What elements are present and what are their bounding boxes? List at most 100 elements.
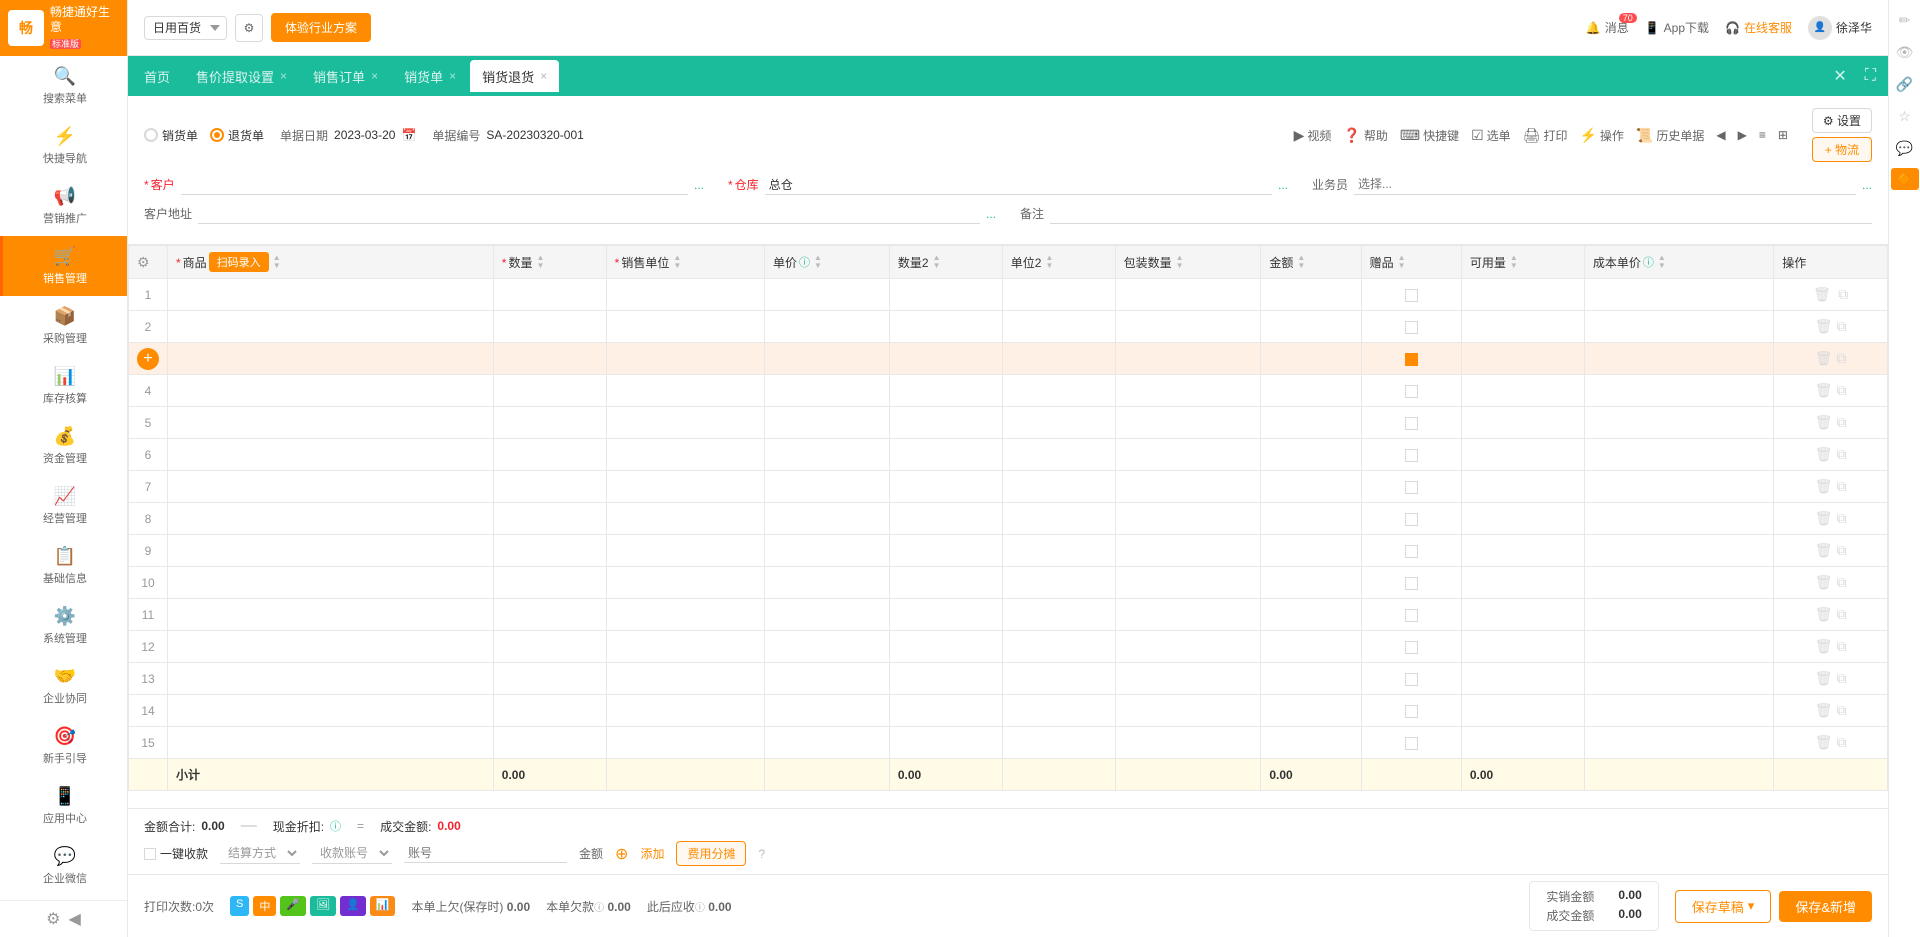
account-no-input[interactable] <box>404 844 567 863</box>
tab-sales-return[interactable]: 销货退货 × <box>470 60 559 92</box>
next-btn[interactable]: ▶ <box>1738 128 1747 142</box>
print-btn[interactable]: 🖨 打印 <box>1523 127 1568 144</box>
sidebar-item-inventory[interactable]: 📊 库存核算 <box>0 356 127 416</box>
delete-icon[interactable]: 🗑 <box>1815 734 1833 750</box>
delete-icon[interactable]: 🗑 <box>1815 318 1833 334</box>
icon-chart[interactable]: 📊 <box>370 896 396 916</box>
copy-icon[interactable]: ⧉ <box>1837 542 1847 558</box>
tab-close-sales-return[interactable]: × <box>540 69 547 83</box>
sidebar-item-sales[interactable]: 🛒 销售管理 <box>0 236 127 296</box>
icon-mic[interactable]: 🎤 <box>280 896 306 916</box>
user-menu-btn[interactable]: 👤 徐泽华 <box>1808 16 1872 40</box>
tab-close-sales-delivery[interactable]: × <box>449 69 456 83</box>
sidebar-item-newguide[interactable]: 🎯 新手引导 <box>0 716 127 776</box>
add-fee-row-label[interactable]: 添加 <box>640 845 664 862</box>
topbar-settings-btn[interactable]: ⚙ <box>235 14 263 42</box>
account-select[interactable]: 收款账号 <box>312 843 392 864</box>
copy-icon[interactable]: ⧉ <box>1837 510 1847 526</box>
select-btn[interactable]: ☑ 选单 <box>1471 127 1511 144</box>
message-btn[interactable]: 🔔 消息 70 <box>1586 19 1629 36</box>
save-new-btn[interactable]: 保存&新增 <box>1779 891 1872 922</box>
fee-add-btn[interactable]: ⊕ <box>615 844 628 864</box>
remark-input[interactable] <box>1050 203 1872 224</box>
delete-icon[interactable]: 🗑 <box>1813 286 1831 302</box>
radio-sale[interactable]: 销货单 <box>144 127 198 144</box>
tab-close-sales-order[interactable]: × <box>371 69 378 83</box>
sidebar-item-finance[interactable]: 💰 资金管理 <box>0 416 127 476</box>
sidebar-item-search[interactable]: 🔍 搜索菜单 <box>0 56 127 116</box>
right-panel-chat-btn[interactable]: 💬 <box>1893 136 1917 160</box>
delete-icon[interactable]: 🗑 <box>1815 606 1833 622</box>
icon-zh[interactable]: 中 <box>253 896 276 916</box>
warehouse-input[interactable] <box>765 174 1272 195</box>
price-cell[interactable] <box>765 279 890 311</box>
sidebar-item-basic[interactable]: 📋 基础信息 <box>0 536 127 596</box>
copy-icon[interactable]: ⧉ <box>1837 606 1847 622</box>
tab-home[interactable]: 首页 <box>132 60 182 92</box>
sidebar-item-business[interactable]: 📈 经营管理 <box>0 476 127 536</box>
copy-icon[interactable]: ⧉ <box>1837 574 1847 590</box>
copy-icon[interactable]: ⧉ <box>1837 702 1847 718</box>
form-settings-btn[interactable]: ⚙ 设置 <box>1812 108 1872 133</box>
copy-icon[interactable]: ⧉ <box>1837 734 1847 750</box>
prev-btn[interactable]: ◀ <box>1716 128 1725 142</box>
operation-btn[interactable]: ⚡ 操作 <box>1579 127 1623 144</box>
copy-icon[interactable]: ⧉ <box>1837 350 1847 366</box>
one-click-pay-checkbox[interactable] <box>144 848 156 860</box>
list-view-btn[interactable]: ≡ <box>1759 128 1766 142</box>
delete-icon[interactable]: 🗑 <box>1815 702 1833 718</box>
sidebar-item-marketing[interactable]: 📢 营销推广 <box>0 176 127 236</box>
delete-icon[interactable]: 🗑 <box>1815 478 1833 494</box>
history-btn[interactable]: 📜 历史单据 <box>1636 127 1704 144</box>
delete-icon[interactable]: 🗑 <box>1815 638 1833 654</box>
delete-icon[interactable]: 🗑 <box>1815 350 1833 366</box>
gift-cell[interactable] <box>1361 279 1461 311</box>
sidebar-settings-btn[interactable]: ⚙ <box>46 909 60 929</box>
add-row-btn[interactable]: + <box>137 348 159 370</box>
delete-icon[interactable]: 🗑 <box>1815 446 1833 462</box>
right-panel-preview-btn[interactable]: 👁 <box>1893 40 1917 64</box>
salesperson-input[interactable] <box>1354 174 1856 195</box>
icon-person[interactable]: 👤 <box>340 896 366 916</box>
customer-input[interactable] <box>181 174 688 195</box>
copy-icon[interactable]: ⧉ <box>1837 670 1847 686</box>
app-download-btn[interactable]: 📱 App下载 <box>1645 19 1709 36</box>
delete-icon[interactable]: 🗑 <box>1815 542 1833 558</box>
delete-icon[interactable]: 🗑 <box>1815 510 1833 526</box>
sidebar-collapse-btn[interactable]: ◀ <box>69 909 81 929</box>
help-btn[interactable]: ❓ 帮助 <box>1343 127 1387 144</box>
salesperson-select-btn[interactable]: ... <box>1862 178 1872 192</box>
video-btn[interactable]: ▶ 视频 <box>1294 127 1332 144</box>
radio-return[interactable]: 退货单 <box>210 127 264 144</box>
tab-sales-delivery[interactable]: 销货单 × <box>392 60 468 92</box>
copy-icon[interactable]: ⧉ <box>1837 638 1847 654</box>
sidebar-item-enterprise[interactable]: 🤝 企业协同 <box>0 656 127 716</box>
add-logistics-btn[interactable]: + 物流 <box>1812 137 1872 162</box>
save-draft-btn[interactable]: 保存草稿 ▾ <box>1675 890 1772 923</box>
sidebar-item-shortcut[interactable]: ⚡ 快捷导航 <box>0 116 127 176</box>
delete-icon[interactable]: 🗑 <box>1815 382 1833 398</box>
fee-split-btn[interactable]: 费用分摊 <box>676 841 746 866</box>
tab-close-price-setting[interactable]: × <box>280 69 287 83</box>
sidebar-item-wechat[interactable]: 💬 企业微信 <box>0 836 127 896</box>
delete-icon[interactable]: 🗑 <box>1815 414 1833 430</box>
cash-discount-info-icon[interactable]: ⓘ <box>330 818 341 834</box>
cost-price-info-icon[interactable]: ⓘ <box>1643 254 1654 270</box>
pkgqty-cell[interactable] <box>1115 279 1261 311</box>
address-input[interactable] <box>198 203 980 224</box>
shortcut-btn[interactable]: ⌨ 快捷键 <box>1400 127 1459 144</box>
copy-icon[interactable]: ⧉ <box>1837 478 1847 494</box>
scan-input-btn[interactable]: 扫码录入 <box>209 252 269 272</box>
tab-sales-order[interactable]: 销售订单 × <box>301 60 390 92</box>
icon-s[interactable]: S <box>230 896 249 916</box>
equals-btn[interactable]: = <box>357 819 364 833</box>
product-input-active[interactable] <box>176 352 485 366</box>
qty2-cell[interactable] <box>889 279 1002 311</box>
experience-btn[interactable]: 体验行业方案 <box>271 13 371 42</box>
sidebar-item-appcenter[interactable]: 📱 应用中心 <box>0 776 127 836</box>
sidebar-item-system[interactable]: ⚙️ 系统管理 <box>0 596 127 656</box>
right-panel-link-btn[interactable]: 🔗 <box>1893 72 1917 96</box>
copy-icon[interactable]: ⧉ <box>1837 414 1847 430</box>
right-panel-edit-btn[interactable]: ✏ <box>1893 8 1917 32</box>
table-settings-icon[interactable]: ⚙ <box>137 254 150 270</box>
